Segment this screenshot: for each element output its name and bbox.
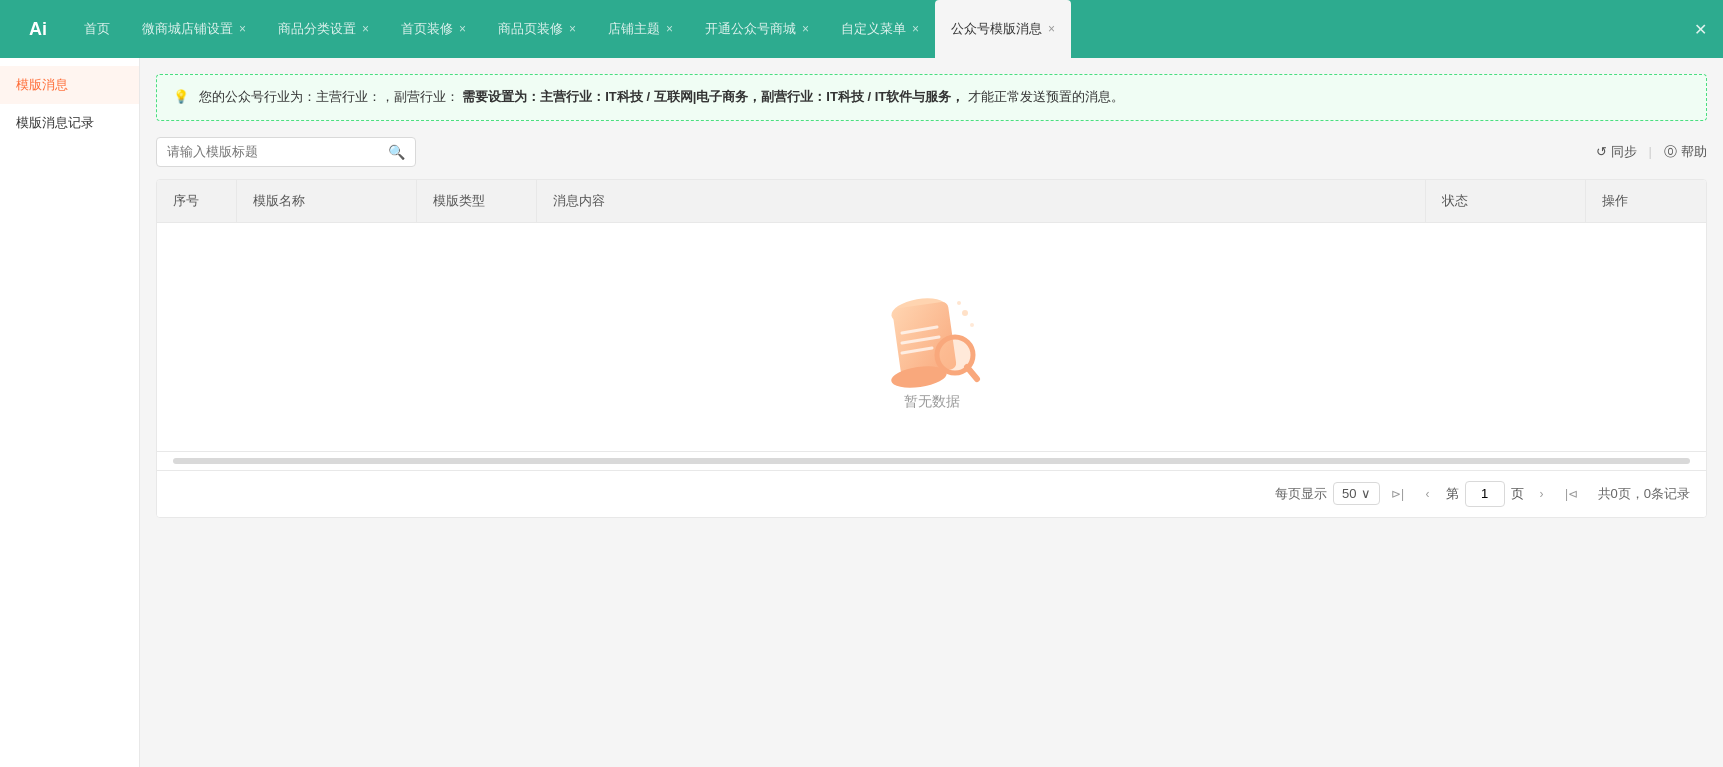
tab-close-category-setting[interactable]: × [362, 23, 369, 35]
svg-point-10 [957, 301, 961, 305]
svg-point-9 [970, 323, 974, 327]
tab-product-decor[interactable]: 商品页装修 × [482, 0, 592, 58]
empty-state: 暂无数据 [157, 223, 1706, 451]
page-number-input[interactable] [1465, 481, 1505, 507]
table-header: 序号模版名称模版类型消息内容状态操作 [157, 180, 1706, 223]
pagination-controls: 每页显示 50 ∨ ⊳| ‹ 第 页 › |⊲ 共0页，0条记录 [1275, 481, 1690, 507]
table-col-status: 状态 [1426, 180, 1586, 222]
first-page-button[interactable]: ⊳| [1386, 482, 1410, 506]
tab-open-mall[interactable]: 开通公众号商城 × [689, 0, 825, 58]
search-actions: ↺ 同步 | ⓪ 帮助 [1596, 143, 1707, 161]
sync-label: 同步 [1611, 143, 1637, 161]
tab-home-decor[interactable]: 首页装修 × [385, 0, 482, 58]
table-col-seq: 序号 [157, 180, 237, 222]
content-area: 💡 您的公众号行业为：主营行业：，副营行业： 需要设置为：主营行业：IT科技 /… [140, 58, 1723, 767]
last-page-button[interactable]: |⊲ [1560, 482, 1584, 506]
notice-prefix: 您的公众号行业为：主营行业：，副营行业： [199, 89, 459, 104]
notice-suffix: 才能正常发送预置的消息。 [968, 89, 1124, 104]
search-icon[interactable]: 🔍 [388, 144, 405, 160]
table-col-type: 模版类型 [417, 180, 537, 222]
tab-close-template-msg[interactable]: × [1048, 23, 1055, 35]
tab-label-shop-theme: 店铺主题 [608, 20, 660, 38]
tab-label-home: 首页 [84, 20, 110, 38]
tab-shop-theme[interactable]: 店铺主题 × [592, 0, 689, 58]
main-layout: 模版消息模版消息记录 💡 您的公众号行业为：主营行业：，副营行业： 需要设置为：… [0, 58, 1723, 767]
per-page-value: 50 [1342, 486, 1356, 501]
tab-home[interactable]: 首页 [68, 0, 126, 58]
sidebar: 模版消息模版消息记录 [0, 58, 140, 767]
per-page-select[interactable]: 50 ∨ [1333, 482, 1379, 505]
page-di-label: 第 [1446, 485, 1459, 503]
tab-template-msg[interactable]: 公众号模版消息 × [935, 0, 1071, 58]
tab-close-custom-menu[interactable]: × [912, 23, 919, 35]
per-page-chevron: ∨ [1361, 486, 1371, 501]
pagination-wrap: 每页显示 50 ∨ ⊳| ‹ 第 页 › |⊲ 共0页，0条记录 [157, 470, 1706, 517]
tab-label-open-mall: 开通公众号商城 [705, 20, 796, 38]
tab-label-category-setting: 商品分类设置 [278, 20, 356, 38]
empty-illustration [877, 283, 987, 393]
tab-label-custom-menu: 自定义菜单 [841, 20, 906, 38]
scrollbar-wrap [157, 451, 1706, 470]
logo: Ai [8, 0, 68, 58]
table-col-name: 模版名称 [237, 180, 417, 222]
search-input[interactable] [167, 144, 388, 159]
tab-close-open-mall[interactable]: × [802, 23, 809, 35]
search-input-wrap: 🔍 [156, 137, 416, 167]
notice-icon: 💡 [173, 89, 189, 104]
sync-button[interactable]: ↺ 同步 [1596, 143, 1637, 161]
tab-bar: Ai 首页微商城店铺设置×商品分类设置×首页装修×商品页装修×店铺主题×开通公众… [0, 0, 1723, 58]
tab-label-product-decor: 商品页装修 [498, 20, 563, 38]
tab-category-setting[interactable]: 商品分类设置 × [262, 0, 385, 58]
tab-label-shop-setting: 微商城店铺设置 [142, 20, 233, 38]
tab-bar-close-button[interactable]: ✕ [1686, 20, 1715, 39]
svg-point-8 [962, 310, 968, 316]
notice-highlight: 需要设置为：主营行业：IT科技 / 互联网|电子商务，副营行业：IT科技 / I… [462, 89, 964, 104]
next-page-button[interactable]: › [1530, 482, 1554, 506]
page-label: 页 [1511, 485, 1524, 503]
scrollbar-track[interactable] [173, 458, 1690, 464]
sidebar-item-template-record[interactable]: 模版消息记录 [0, 104, 139, 142]
table-wrap: 序号模版名称模版类型消息内容状态操作 [156, 179, 1707, 518]
help-label: 帮助 [1681, 143, 1707, 161]
total-text: 共0页，0条记录 [1598, 485, 1690, 503]
divider: | [1649, 144, 1652, 159]
tab-custom-menu[interactable]: 自定义菜单 × [825, 0, 935, 58]
prev-page-button[interactable]: ‹ [1416, 482, 1440, 506]
tab-close-product-decor[interactable]: × [569, 23, 576, 35]
search-bar: 🔍 ↺ 同步 | ⓪ 帮助 [156, 137, 1707, 167]
svg-line-7 [967, 367, 977, 379]
tab-close-home-decor[interactable]: × [459, 23, 466, 35]
per-page-label: 每页显示 [1275, 485, 1327, 503]
tab-label-template-msg: 公众号模版消息 [951, 20, 1042, 38]
empty-illustration-svg [877, 283, 987, 393]
table-col-action: 操作 [1586, 180, 1706, 222]
tab-close-shop-setting[interactable]: × [239, 23, 246, 35]
table-col-content: 消息内容 [537, 180, 1426, 222]
tab-close-shop-theme[interactable]: × [666, 23, 673, 35]
help-button[interactable]: ⓪ 帮助 [1664, 143, 1707, 161]
tab-label-home-decor: 首页装修 [401, 20, 453, 38]
notice-banner: 💡 您的公众号行业为：主营行业：，副营行业： 需要设置为：主营行业：IT科技 /… [156, 74, 1707, 121]
sync-icon: ↺ [1596, 144, 1607, 159]
empty-text: 暂无数据 [904, 393, 960, 411]
help-icon: ⓪ [1664, 143, 1677, 161]
tab-shop-setting[interactable]: 微商城店铺设置 × [126, 0, 262, 58]
sidebar-item-template-message[interactable]: 模版消息 [0, 66, 139, 104]
